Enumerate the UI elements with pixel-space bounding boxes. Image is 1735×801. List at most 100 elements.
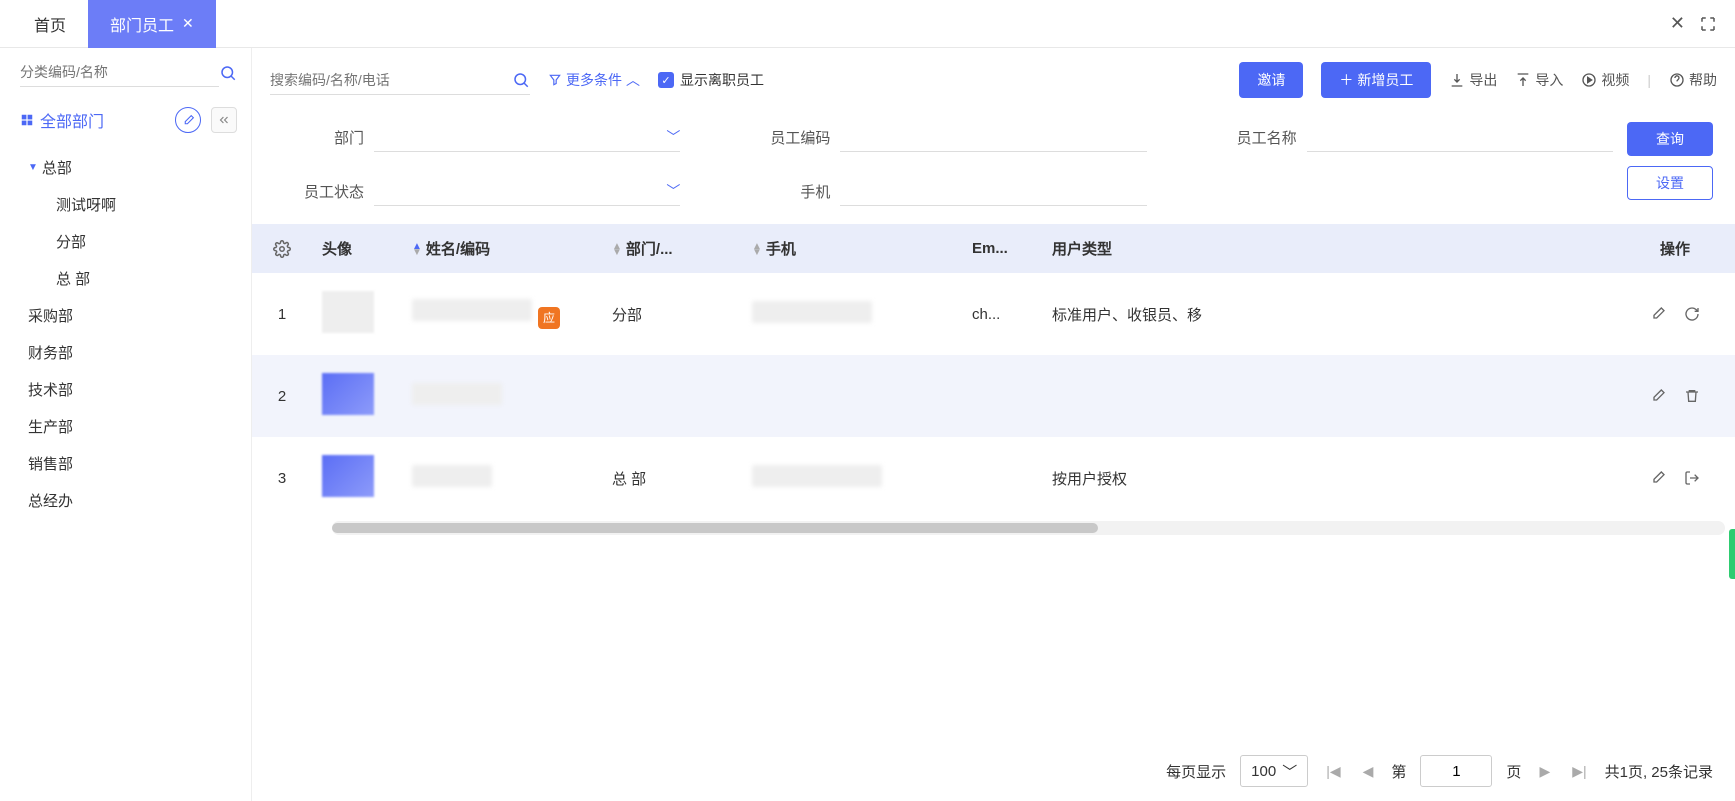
table-row[interactable]: 1 应 分部 ch... 标准用户、收银员、移 xyxy=(252,273,1735,355)
first-page-icon[interactable]: |◀ xyxy=(1322,763,1344,780)
chevron-down-icon: ﹀ xyxy=(1282,761,1297,782)
table-row[interactable]: 2 xyxy=(252,355,1735,437)
phone-input[interactable] xyxy=(840,176,1146,206)
col-ops: 操作 xyxy=(1615,224,1735,273)
invite-button[interactable]: 邀请 xyxy=(1239,62,1303,98)
col-email[interactable]: Em... xyxy=(962,224,1042,273)
tree-node[interactable]: 总 部 xyxy=(0,260,251,297)
last-page-icon[interactable]: ▶| xyxy=(1568,763,1590,780)
tab-home[interactable]: 首页 xyxy=(12,0,88,48)
cell-email xyxy=(962,437,1042,519)
cell-department: 总 部 xyxy=(602,437,742,519)
right-edge-handle[interactable] xyxy=(1729,529,1735,579)
employee-code-input[interactable] xyxy=(840,122,1146,152)
name-redacted xyxy=(412,465,492,487)
department-select[interactable]: ﹀ xyxy=(374,122,680,152)
tree-node[interactable]: 财务部 xyxy=(0,334,251,371)
collapse-sidebar-icon[interactable] xyxy=(211,107,237,133)
edit-icon[interactable] xyxy=(1649,305,1667,323)
per-page-label: 每页显示 xyxy=(1166,761,1226,782)
edit-icon[interactable] xyxy=(1649,469,1667,487)
cell-department xyxy=(602,355,742,437)
employee-name-input[interactable] xyxy=(1307,122,1613,152)
row-index: 2 xyxy=(252,355,312,437)
cell-user-type: 标准用户、收银员、移 xyxy=(1042,273,1615,355)
cell-email xyxy=(962,355,1042,437)
table-row[interactable]: 3 总 部 按用户授权 xyxy=(252,437,1735,519)
export-button[interactable]: 导出 xyxy=(1449,70,1497,90)
phone-redacted xyxy=(752,465,882,487)
search-icon[interactable] xyxy=(512,69,530,90)
prev-page-icon[interactable]: ◀ xyxy=(1359,763,1378,780)
tree-node[interactable]: 技术部 xyxy=(0,371,251,408)
video-button[interactable]: 视频 xyxy=(1581,70,1629,90)
tab-department-employees[interactable]: 部门员工 ✕ xyxy=(88,0,216,48)
page-number-input[interactable] xyxy=(1420,755,1492,787)
search-icon[interactable] xyxy=(219,62,237,83)
filter-label-phone: 手机 xyxy=(740,181,830,202)
horizontal-scrollbar[interactable] xyxy=(332,521,1725,535)
pagination: 每页显示 100 ﹀ |◀ ◀ 第 页 ▶ ▶| 共1页, 25条记录 xyxy=(252,741,1735,801)
page-size-select[interactable]: 100 ﹀ xyxy=(1240,755,1308,787)
add-employee-button[interactable]: ＋ 新增员工 xyxy=(1321,62,1431,98)
plus-icon: ＋ xyxy=(1339,70,1353,90)
next-page-icon[interactable]: ▶ xyxy=(1535,763,1554,780)
help-button[interactable]: 帮助 xyxy=(1669,70,1717,90)
tree-node[interactable]: 测试呀啊 xyxy=(0,186,251,223)
refresh-icon[interactable] xyxy=(1683,305,1701,323)
col-name-code[interactable]: ▲▼姓名/编码 xyxy=(402,224,602,273)
sidebar-root-all-departments[interactable]: 全部部门 xyxy=(20,108,104,132)
cell-user-type: 按用户授权 xyxy=(1042,437,1615,519)
cell-user-type xyxy=(1042,355,1615,437)
show-resigned-checkbox[interactable]: ✓ 显示离职员工 xyxy=(658,70,764,90)
app-badge: 应 xyxy=(538,307,560,329)
avatar xyxy=(322,455,374,497)
gear-icon[interactable] xyxy=(273,239,291,256)
query-button[interactable]: 查询 xyxy=(1627,122,1713,156)
avatar xyxy=(322,291,374,333)
import-button[interactable]: 导入 xyxy=(1515,70,1563,90)
col-user-type[interactable]: 用户类型 xyxy=(1042,224,1615,273)
top-tabs: 首页 部门员工 ✕ ✕ xyxy=(0,0,1735,48)
filter-panel: 部门 ﹀ 员工编码 员工名称 员工状态 ﹀ 手机 xyxy=(252,112,1735,224)
cell-department: 分部 xyxy=(602,273,742,355)
tree-node[interactable]: 总经办 xyxy=(0,482,251,519)
filter-label-employee-status: 员工状态 xyxy=(274,181,364,202)
department-tree: ▼总部 测试呀啊 分部 总 部 采购部 财务部 技术部 生产部 销售部 总经办 xyxy=(0,143,251,519)
edit-icon[interactable] xyxy=(1649,387,1667,405)
page-suffix-label: 页 xyxy=(1506,761,1521,782)
delete-icon[interactable] xyxy=(1683,387,1701,405)
name-redacted xyxy=(412,383,502,405)
phone-redacted xyxy=(752,301,872,323)
tree-node[interactable]: 生产部 xyxy=(0,408,251,445)
avatar xyxy=(322,373,374,415)
sidebar-search-input[interactable] xyxy=(20,58,219,87)
fullscreen-icon[interactable] xyxy=(1699,13,1717,34)
filter-label-employee-code: 员工编码 xyxy=(740,127,830,148)
chevron-down-icon: ﹀ xyxy=(666,181,680,201)
employee-status-select[interactable]: ﹀ xyxy=(374,176,680,206)
search-input[interactable] xyxy=(270,66,512,94)
col-phone[interactable]: ▲▼手机 xyxy=(742,224,962,273)
settings-button[interactable]: 设置 xyxy=(1627,166,1713,200)
tree-node[interactable]: 分部 xyxy=(0,223,251,260)
col-department[interactable]: ▲▼部门/... xyxy=(602,224,742,273)
tab-close-icon[interactable]: ✕ xyxy=(182,15,194,32)
logout-icon[interactable] xyxy=(1683,469,1701,487)
more-conditions-toggle[interactable]: 更多条件 ︿ xyxy=(548,70,640,90)
chevron-up-icon: ︿ xyxy=(626,70,640,90)
name-redacted xyxy=(412,299,532,321)
sidebar: 全部部门 ▼总部 测试呀啊 分部 总 部 采购部 财务部 技术部 生产部 销售部… xyxy=(0,48,252,801)
row-index: 3 xyxy=(252,437,312,519)
col-avatar[interactable]: 头像 xyxy=(312,224,402,273)
edit-icon[interactable] xyxy=(175,107,201,133)
tree-node-headquarters[interactable]: ▼总部 xyxy=(0,149,251,186)
checkbox-checked-icon: ✓ xyxy=(658,72,674,88)
filter-label-employee-name: 员工名称 xyxy=(1207,127,1297,148)
tree-node[interactable]: 采购部 xyxy=(0,297,251,334)
filter-label-department: 部门 xyxy=(274,127,364,148)
close-page-icon[interactable]: ✕ xyxy=(1670,13,1685,34)
tree-node[interactable]: 销售部 xyxy=(0,445,251,482)
page-prefix-label: 第 xyxy=(1391,761,1406,782)
toolbar: 更多条件 ︿ ✓ 显示离职员工 邀请 ＋ 新增员工 导出 导入 xyxy=(252,48,1735,112)
